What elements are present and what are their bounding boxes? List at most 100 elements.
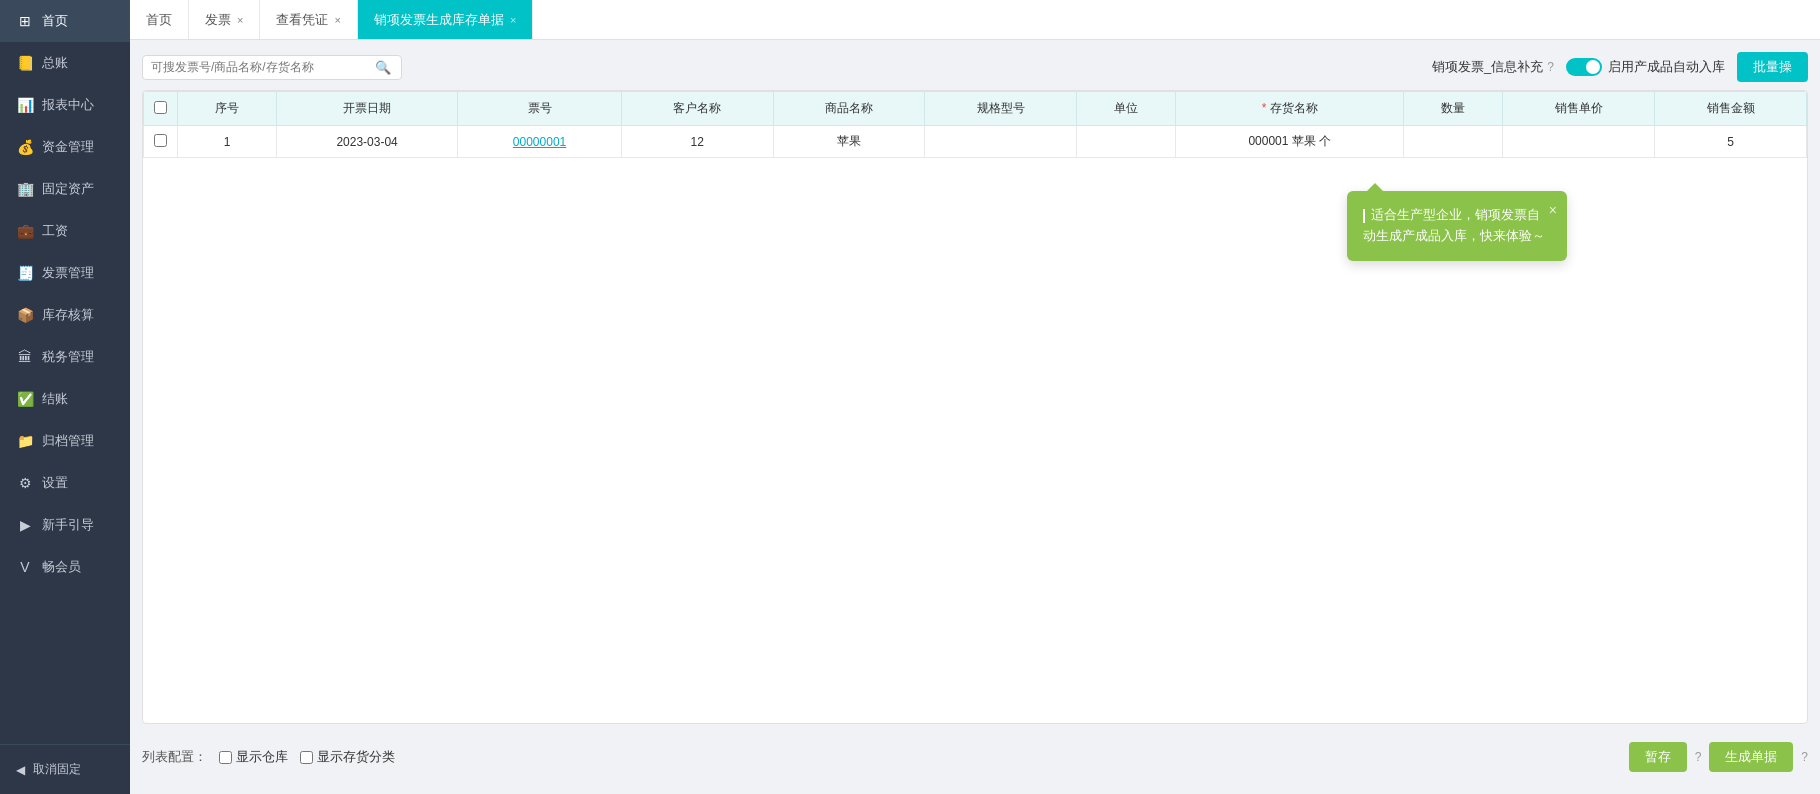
tab-voucher-label: 查看凭证 — [276, 11, 328, 29]
close-invoice-tab[interactable]: × — [237, 14, 243, 26]
sidebar-item-inventory[interactable]: 📦 库存核算 — [0, 294, 130, 336]
header-customer: 客户名称 — [621, 92, 773, 126]
tooltip-cursor — [1363, 209, 1365, 223]
header-date: 开票日期 — [276, 92, 457, 126]
toolbar: 🔍 销项发票_信息补充 ? 启用产成品自动入库 批量操 — [142, 52, 1808, 82]
batch-btn[interactable]: 批量操 — [1737, 52, 1808, 82]
sidebar-item-reports[interactable]: 📊 报表中心 — [0, 84, 130, 126]
header-amount: 销售金额 — [1655, 92, 1807, 126]
pin-item[interactable]: ◀ 取消固定 — [0, 753, 130, 786]
show-category-option[interactable]: 显示存货分类 — [300, 748, 395, 766]
sidebar-item-vip[interactable]: V 畅会员 — [0, 546, 130, 588]
sidebar-item-assets[interactable]: 🏢 固定资产 — [0, 168, 130, 210]
toolbar-right: 销项发票_信息补充 ? 启用产成品自动入库 批量操 — [1432, 52, 1808, 82]
row-checkbox[interactable] — [154, 134, 167, 147]
close-sales-tab[interactable]: × — [510, 14, 516, 26]
tax-icon: 🏛 — [16, 349, 34, 365]
sidebar-item-home[interactable]: ⊞ 首页 — [0, 0, 130, 42]
inventory-icon: 📦 — [16, 307, 34, 323]
sidebar-item-label: 设置 — [42, 474, 68, 492]
generate-help-icon[interactable]: ? — [1801, 750, 1808, 764]
bottom-actions: 暂存 ? 生成单据 ? — [1629, 742, 1808, 772]
tab-sales-label: 销项发票生成库存单据 — [374, 11, 504, 29]
sidebar-item-label: 库存核算 — [42, 306, 94, 324]
row-amount: 5 — [1655, 126, 1807, 158]
row-checkbox-cell — [144, 126, 178, 158]
row-unit — [1077, 126, 1176, 158]
sidebar-item-ledger[interactable]: 📒 总账 — [0, 42, 130, 84]
ledger-icon: 📒 — [16, 55, 34, 71]
sidebar: ⊞ 首页 📒 总账 📊 报表中心 💰 资金管理 🏢 固定资产 💼 工资 🧾 发票… — [0, 0, 130, 794]
list-config-label: 列表配置： — [142, 748, 207, 766]
tooltip-close-btn[interactable]: × — [1549, 199, 1557, 221]
sidebar-bottom: ◀ 取消固定 — [0, 744, 130, 794]
toggle-container: 启用产成品自动入库 — [1566, 58, 1725, 76]
vip-icon: V — [16, 559, 34, 575]
header-unit-price: 销售单价 — [1503, 92, 1655, 126]
page-info-label: 销项发票_信息补充 ? — [1432, 58, 1554, 76]
archive-icon: 📁 — [16, 433, 34, 449]
sidebar-item-label: 资金管理 — [42, 138, 94, 156]
sidebar-item-tax[interactable]: 🏛 税务管理 — [0, 336, 130, 378]
search-box[interactable]: 🔍 — [142, 55, 402, 80]
sidebar-item-settle[interactable]: ✅ 结账 — [0, 378, 130, 420]
tab-invoice[interactable]: 发票 × — [189, 0, 260, 39]
sidebar-item-label: 总账 — [42, 54, 68, 72]
sidebar-item-label: 报表中心 — [42, 96, 94, 114]
home-icon: ⊞ — [16, 13, 34, 29]
table-row: 1 2023-03-04 00000001 12 苹果 000001 苹果 个 … — [144, 126, 1807, 158]
tab-invoice-label: 发票 — [205, 11, 231, 29]
tab-home[interactable]: 首页 — [130, 0, 189, 39]
tab-home-label: 首页 — [146, 11, 172, 29]
auto-warehouse-toggle[interactable] — [1566, 58, 1602, 76]
close-voucher-tab[interactable]: × — [334, 14, 340, 26]
data-table: 序号 开票日期 票号 客户名称 商品名称 规格型号 单位 * 存货名称 数量 销… — [143, 91, 1807, 158]
show-warehouse-checkbox[interactable] — [219, 751, 232, 764]
header-product: 商品名称 — [773, 92, 925, 126]
info-help-icon[interactable]: ? — [1547, 60, 1554, 74]
generate-btn[interactable]: 生成单据 — [1709, 742, 1793, 772]
assets-icon: 🏢 — [16, 181, 34, 197]
sidebar-item-label: 发票管理 — [42, 264, 94, 282]
pin-label: 取消固定 — [33, 761, 81, 778]
sidebar-item-label: 税务管理 — [42, 348, 94, 366]
row-model — [925, 126, 1077, 158]
row-qty — [1404, 126, 1503, 158]
sidebar-item-archive[interactable]: 📁 归档管理 — [0, 420, 130, 462]
row-stock-name: 000001 苹果 个 — [1176, 126, 1404, 158]
bottom-bar: 列表配置： 显示仓库 显示存货分类 暂存 ? 生成单据 ? — [142, 732, 1808, 782]
header-seq: 序号 — [178, 92, 277, 126]
sidebar-item-label: 畅会员 — [42, 558, 81, 576]
show-category-label: 显示存货分类 — [317, 748, 395, 766]
reports-icon: 📊 — [16, 97, 34, 113]
sidebar-item-invoice-mgmt[interactable]: 🧾 发票管理 — [0, 252, 130, 294]
sidebar-item-label: 结账 — [42, 390, 68, 408]
sidebar-item-payroll[interactable]: 💼 工资 — [0, 210, 130, 252]
search-icon: 🔍 — [375, 60, 391, 75]
show-category-checkbox[interactable] — [300, 751, 313, 764]
tab-sales[interactable]: 销项发票生成库存单据 × — [358, 0, 533, 39]
content-area: 🔍 销项发票_信息补充 ? 启用产成品自动入库 批量操 — [130, 40, 1820, 794]
payroll-icon: 💼 — [16, 223, 34, 239]
tab-voucher[interactable]: 查看凭证 × — [260, 0, 357, 39]
sidebar-item-guide[interactable]: ▶ 新手引导 — [0, 504, 130, 546]
header-invoice-no: 票号 — [458, 92, 622, 126]
sidebar-item-label: 新手引导 — [42, 516, 94, 534]
row-product: 苹果 — [773, 126, 925, 158]
show-warehouse-option[interactable]: 显示仓库 — [219, 748, 288, 766]
sidebar-item-settings[interactable]: ⚙ 设置 — [0, 462, 130, 504]
header-unit: 单位 — [1077, 92, 1176, 126]
sidebar-item-label: 固定资产 — [42, 180, 94, 198]
header-checkbox-cell — [144, 92, 178, 126]
row-unit-price — [1503, 126, 1655, 158]
row-invoice-no[interactable]: 00000001 — [458, 126, 622, 158]
save-btn[interactable]: 暂存 — [1629, 742, 1687, 772]
search-input[interactable] — [151, 60, 371, 74]
select-all-checkbox[interactable] — [154, 101, 167, 114]
sidebar-item-funds[interactable]: 💰 资金管理 — [0, 126, 130, 168]
settings-icon: ⚙ — [16, 475, 34, 491]
save-help-icon[interactable]: ? — [1695, 750, 1702, 764]
settle-icon: ✅ — [16, 391, 34, 407]
funds-icon: 💰 — [16, 139, 34, 155]
invoice-icon: 🧾 — [16, 265, 34, 281]
